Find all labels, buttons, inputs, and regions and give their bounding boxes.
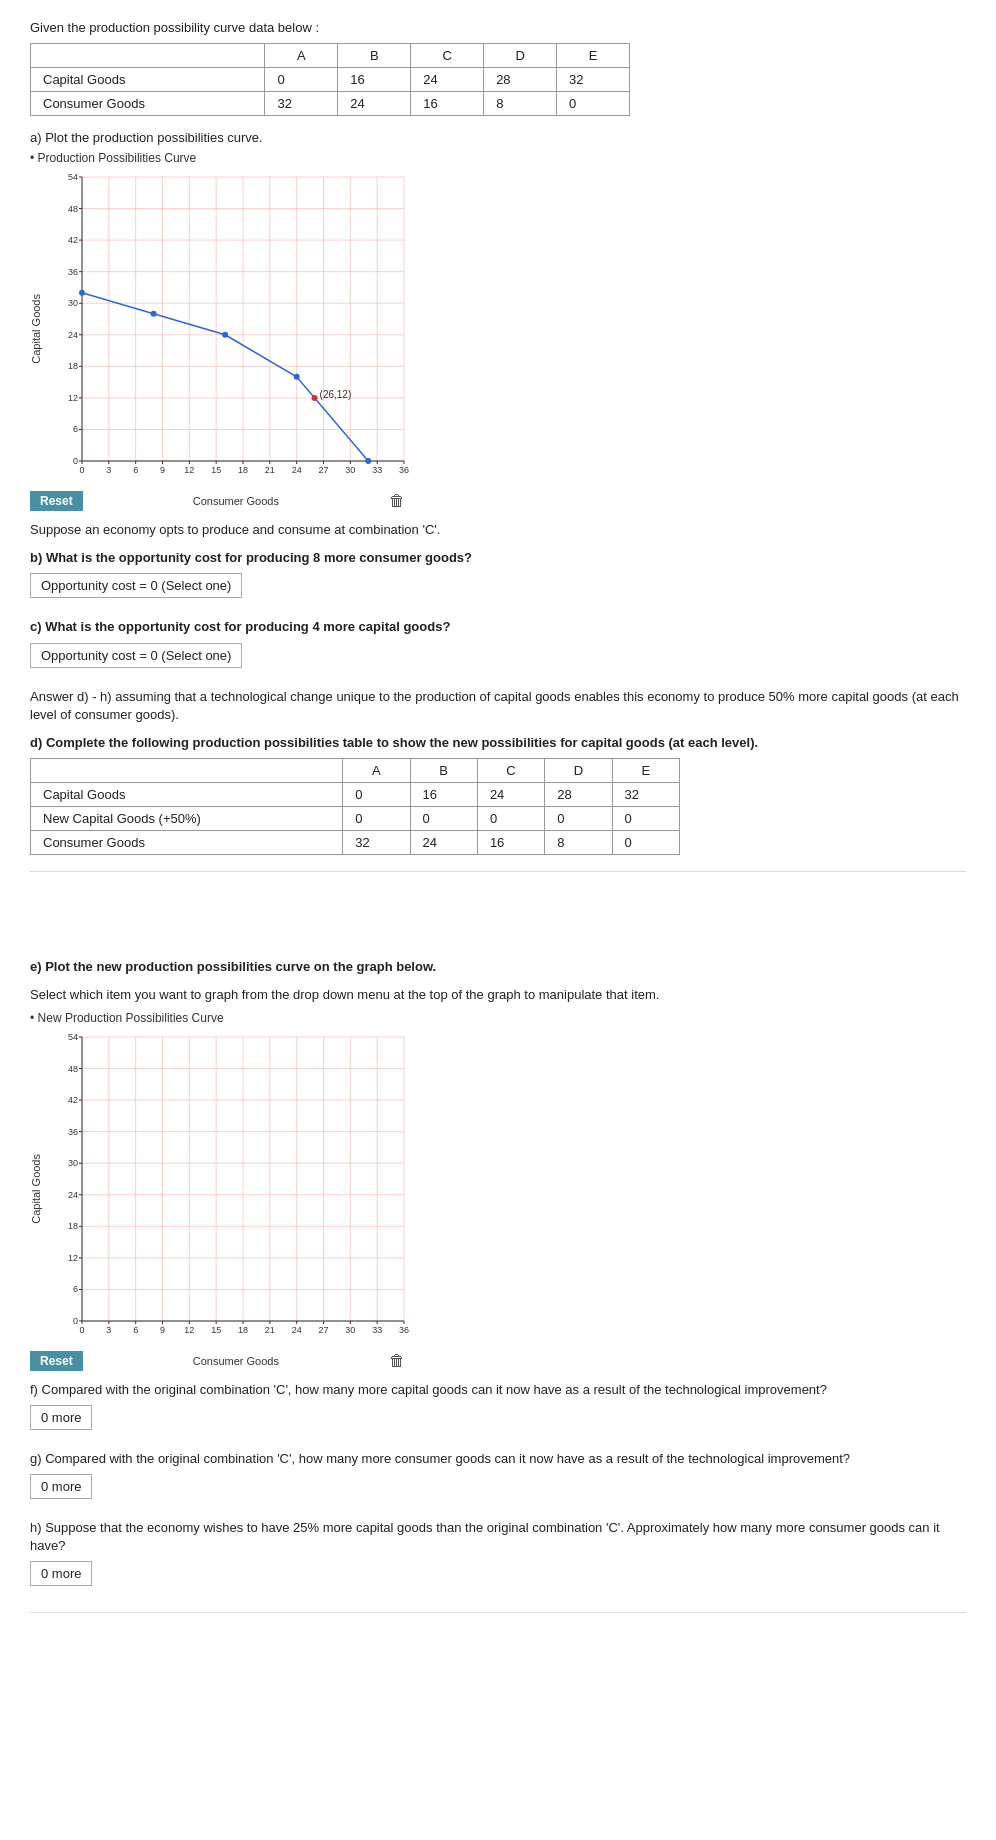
part-h-label: h) Suppose that the economy wishes to ha… (30, 1519, 966, 1555)
col-header-empty (31, 44, 265, 68)
graph2-title: New Production Possibilities Curve (30, 1011, 966, 1025)
capital-B: 16 (338, 68, 411, 92)
answer-f-text: 0 more (41, 1410, 81, 1425)
part-b-label: b) What is the opportunity cost for prod… (30, 549, 966, 567)
x-axis-label-2: Consumer Goods (193, 1355, 279, 1367)
reset-button-2[interactable]: Reset (30, 1351, 83, 1371)
col2-header-A: A (343, 759, 410, 783)
capital-E: 32 (557, 68, 630, 92)
answer-h-box[interactable]: 0 more (30, 1561, 92, 1586)
answer-b-box[interactable]: Opportunity cost = 0 (Select one) (30, 573, 242, 598)
part-a-label: a) Plot the production possibilities cur… (30, 130, 966, 145)
answer-h-text: 0 more (41, 1566, 81, 1581)
capital-C: 24 (411, 68, 484, 92)
col2-header-empty (31, 759, 343, 783)
t2-new-capital-B: 0 (410, 807, 477, 831)
reset-bar-1: Reset Consumer Goods 🗑 (30, 491, 405, 511)
part-e-label2: Select which item you want to graph from… (30, 986, 966, 1004)
t2-capital-E: 32 (612, 783, 679, 807)
consumer-E: 0 (557, 92, 630, 116)
col-header-E: E (557, 44, 630, 68)
t2-capital-A: 0 (343, 783, 410, 807)
col2-header-D: D (545, 759, 612, 783)
table-row: Consumer Goods 32 24 16 8 0 (31, 92, 630, 116)
row2-label-capital: Capital Goods (31, 783, 343, 807)
graph1-area: Capital Goods (30, 169, 966, 489)
t2-consumer-C: 16 (477, 831, 544, 855)
t2-new-capital-D: 0 (545, 807, 612, 831)
consumer-C: 16 (411, 92, 484, 116)
col2-header-B: B (410, 759, 477, 783)
bottom-divider (30, 1612, 966, 1613)
intro-text: Given the production possibility curve d… (30, 20, 966, 35)
col2-header-E: E (612, 759, 679, 783)
part-f-label: f) Compared with the original combinatio… (30, 1381, 966, 1399)
consumer-A: 32 (265, 92, 338, 116)
part-c-label: c) What is the opportunity cost for prod… (30, 618, 966, 636)
capital-A: 0 (265, 68, 338, 92)
graph2-area: Capital Goods (30, 1029, 966, 1349)
reset-bar-2: Reset Consumer Goods 🗑 (30, 1351, 405, 1371)
t2-consumer-D: 8 (545, 831, 612, 855)
data-table-1: A B C D E Capital Goods 0 16 24 28 32 Co… (30, 43, 630, 116)
consumer-D: 8 (484, 92, 557, 116)
capital-D: 28 (484, 68, 557, 92)
suppose-text: Suppose an economy opts to produce and c… (30, 521, 966, 539)
col-header-B: B (338, 44, 411, 68)
table-row: New Capital Goods (+50%) 0 0 0 0 0 (31, 807, 680, 831)
t2-capital-C: 24 (477, 783, 544, 807)
trash-icon-2[interactable]: 🗑 (389, 1352, 405, 1370)
col2-header-C: C (477, 759, 544, 783)
answer-b-text: Opportunity cost = 0 (Select one) (41, 578, 231, 593)
row2-label-consumer: Consumer Goods (31, 831, 343, 855)
answer-d-h-text: Answer d) - h) assuming that a technolog… (30, 688, 966, 724)
consumer-B: 24 (338, 92, 411, 116)
row2-label-new-capital: New Capital Goods (+50%) (31, 807, 343, 831)
trash-icon-1[interactable]: 🗑 (389, 492, 405, 510)
table-row: Capital Goods 0 16 24 28 32 (31, 783, 680, 807)
table-row: Capital Goods 0 16 24 28 32 (31, 68, 630, 92)
answer-g-text: 0 more (41, 1479, 81, 1494)
answer-c-text: Opportunity cost = 0 (Select one) (41, 648, 231, 663)
answer-g-box[interactable]: 0 more (30, 1474, 92, 1499)
chart-inner-1 (44, 169, 414, 489)
reset-button-1[interactable]: Reset (30, 491, 83, 511)
col-header-A: A (265, 44, 338, 68)
x-axis-label-1: Consumer Goods (193, 495, 279, 507)
part-d-label: d) Complete the following production pos… (30, 734, 966, 752)
y-axis-label-2: Capital Goods (30, 1154, 42, 1224)
t2-consumer-E: 0 (612, 831, 679, 855)
t2-consumer-A: 32 (343, 831, 410, 855)
t2-new-capital-A: 0 (343, 807, 410, 831)
row-label-consumer: Consumer Goods (31, 92, 265, 116)
y-axis-label-1: Capital Goods (30, 294, 42, 364)
data-table-2: A B C D E Capital Goods 0 16 24 28 32 Ne… (30, 758, 680, 855)
divider (30, 871, 966, 872)
col-header-C: C (411, 44, 484, 68)
answer-c-box[interactable]: Opportunity cost = 0 (Select one) (30, 643, 242, 668)
answer-f-box[interactable]: 0 more (30, 1405, 92, 1430)
graph1-title: Production Possibilities Curve (30, 151, 966, 165)
part-e-label1: e) Plot the new production possibilities… (30, 958, 966, 976)
chart-canvas-1[interactable] (44, 169, 414, 489)
t2-consumer-B: 24 (410, 831, 477, 855)
col-header-D: D (484, 44, 557, 68)
chart-canvas-2[interactable] (44, 1029, 414, 1349)
page: Given the production possibility curve d… (0, 0, 996, 1840)
t2-capital-D: 28 (545, 783, 612, 807)
t2-new-capital-C: 0 (477, 807, 544, 831)
row-label-capital: Capital Goods (31, 68, 265, 92)
table-row: Consumer Goods 32 24 16 8 0 (31, 831, 680, 855)
t2-capital-B: 16 (410, 783, 477, 807)
chart-inner-2 (44, 1029, 414, 1349)
t2-new-capital-E: 0 (612, 807, 679, 831)
part-g-label: g) Compared with the original combinatio… (30, 1450, 966, 1468)
